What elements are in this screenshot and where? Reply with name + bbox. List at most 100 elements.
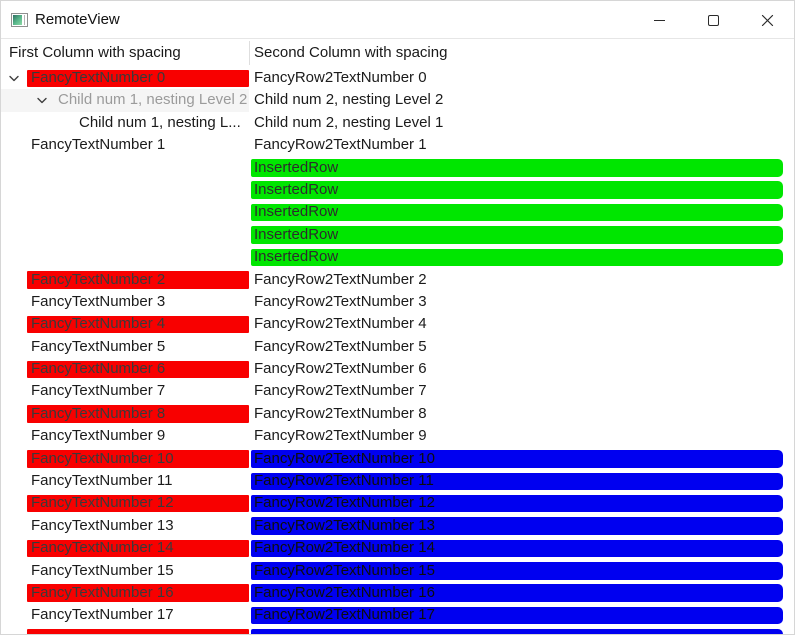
tree-cell[interactable] [1,201,249,223]
tree-cell[interactable]: FancyTextNumber 17 [1,604,249,626]
value-cell[interactable]: FancyRow2TextNumber 0 [249,67,794,89]
tree-cell[interactable]: Child num 1, nesting L... [1,112,249,134]
table-row[interactable]: FancyTextNumber 7 FancyRow2TextNumber 7 [1,380,794,402]
table-row[interactable]: Child num 1, nesting L... Child num 2, ne… [1,112,794,134]
row-highlight-bar [27,629,249,634]
table-row[interactable]: FancyTextNumber 11 FancyRow2TextNumber 11 [1,470,794,492]
value-cell[interactable]: FancyRow2TextNumber 17 [249,604,794,626]
tree-cell[interactable]: FancyTextNumber 8 [1,403,249,425]
column-header-second[interactable]: Second Column with spacing [254,39,447,66]
value-cell[interactable]: FancyRow2TextNumber 14 [249,537,794,559]
table-row[interactable]: FancyTextNumber 12 FancyRow2TextNumber 12 [1,492,794,514]
value-cell[interactable]: Child num 2, nesting Level 2 [249,89,794,111]
tree-cell[interactable]: FancyTextNumber 2 [1,269,249,291]
table-row[interactable]: FancyTextNumber 15 FancyRow2TextNumber 15 [1,560,794,582]
tree-cell-label: FancyTextNumber 7 [31,382,166,400]
value-cell[interactable]: FancyRow2TextNumber 10 [249,448,794,470]
chevron-down-icon[interactable] [37,97,47,104]
value-cell[interactable]: InsertedRow [249,179,794,201]
tree-cell[interactable]: FancyTextNumber 6 [1,358,249,380]
value-cell-label: InsertedRow [254,203,339,221]
value-cell[interactable]: FancyRow2TextNumber 3 [249,291,794,313]
table-row[interactable]: FancyTextNumber 16 FancyRow2TextNumber 16 [1,582,794,604]
tree-cell[interactable] [1,179,249,201]
table-row[interactable]: FancyTextNumber 8 FancyRow2TextNumber 8 [1,403,794,425]
value-cell[interactable]: FancyRow2TextNumber 4 [249,313,794,335]
app-icon [11,13,28,27]
value-cell[interactable]: FancyRow2TextNumber 16 [249,582,794,604]
tree-cell[interactable] [1,246,249,268]
table-row[interactable]: FancyTextNumber 14 FancyRow2TextNumber 14 [1,537,794,559]
table-row[interactable]: FancyTextNumber 17 FancyRow2TextNumber 17 [1,604,794,626]
window-controls [632,1,794,39]
tree-cell[interactable]: FancyTextNumber 4 [1,313,249,335]
chevron-down-icon[interactable] [9,75,19,82]
title-bar[interactable]: RemoteView [1,1,794,39]
table-row[interactable]: FancyTextNumber 10 FancyRow2TextNumber 10 [1,448,794,470]
table-row[interactable]: FancyTextNumber 0 FancyRow2TextNumber 0 [1,67,794,89]
tree-cell[interactable]: Child num 1, nesting Level 2 [1,89,249,112]
value-cell[interactable]: InsertedRow [249,201,794,223]
table-row[interactable]: FancyTextNumber 9 FancyRow2TextNumber 9 [1,425,794,447]
minimize-button[interactable] [632,1,686,39]
table-row[interactable]: FancyTextNumber 5 FancyRow2TextNumber 5 [1,336,794,358]
column-divider[interactable] [249,41,250,65]
close-button[interactable] [740,1,794,39]
column-header-first[interactable]: First Column with spacing [9,39,181,66]
table-row[interactable]: InsertedRow [1,157,794,179]
value-cell[interactable]: FancyRow2TextNumber 6 [249,358,794,380]
value-cell[interactable]: InsertedRow [249,157,794,179]
tree-cell[interactable]: FancyTextNumber 16 [1,582,249,604]
tree-cell[interactable]: FancyTextNumber 11 [1,470,249,492]
value-cell-label: FancyRow2TextNumber 10 [254,449,435,467]
table-row[interactable]: FancyTextNumber 2 FancyRow2TextNumber 2 [1,269,794,291]
value-cell[interactable]: FancyRow2TextNumber 1 [249,134,794,156]
value-cell-label: FancyRow2TextNumber 5 [254,337,427,355]
table-row[interactable]: FancyTextNumber 6 FancyRow2TextNumber 6 [1,358,794,380]
tree-cell[interactable]: FancyTextNumber 12 [1,492,249,514]
table-row[interactable]: FancyTextNumber 3 FancyRow2TextNumber 3 [1,291,794,313]
value-cell[interactable]: Child num 2, nesting Level 1 [249,112,794,134]
value-cell[interactable]: FancyRow2TextNumber 5 [249,336,794,358]
tree-cell-label: FancyTextNumber 11 [31,472,173,490]
value-cell[interactable]: FancyRow2TextNumber 8 [249,403,794,425]
value-cell[interactable]: FancyRow2TextNumber 7 [249,380,794,402]
value-cell[interactable]: FancyRow2TextNumber 2 [249,269,794,291]
tree-cell[interactable]: FancyTextNumber 0 [1,67,249,89]
tree-cell[interactable]: FancyTextNumber 3 [1,291,249,313]
table-row[interactable]: FancyTextNumber 4 FancyRow2TextNumber 4 [1,313,794,335]
app-icon-line [24,15,25,25]
value-cell[interactable]: FancyRow2TextNumber 9 [249,425,794,447]
table-row[interactable]: FancyTextNumber 1 FancyRow2TextNumber 1 [1,134,794,156]
tree-cell[interactable]: FancyTextNumber 10 [1,448,249,470]
tree-cell[interactable] [1,157,249,179]
maximize-button[interactable] [686,1,740,39]
table-row[interactable]: InsertedRow [1,179,794,201]
value-cell-label: FancyRow2TextNumber 12 [254,494,435,512]
value-cell[interactable]: InsertedRow [249,224,794,246]
tree-cell[interactable]: FancyTextNumber 5 [1,336,249,358]
tree-cell[interactable]: FancyTextNumber 1 [1,134,249,156]
tree-cell[interactable] [1,627,249,634]
value-cell[interactable] [249,627,794,634]
tree-cell-label: FancyTextNumber 0 [31,69,166,86]
value-cell[interactable]: InsertedRow [249,246,794,268]
tree-cell-label: FancyTextNumber 14 [31,539,174,557]
maximize-icon [707,14,719,26]
tree-cell[interactable]: FancyTextNumber 13 [1,515,249,537]
tree-cell[interactable]: FancyTextNumber 9 [1,425,249,447]
table-row[interactable]: InsertedRow [1,246,794,268]
value-cell[interactable]: FancyRow2TextNumber 11 [249,470,794,492]
table-row[interactable]: InsertedRow [1,201,794,223]
value-cell[interactable]: FancyRow2TextNumber 15 [249,560,794,582]
value-cell[interactable]: FancyRow2TextNumber 13 [249,515,794,537]
tree-cell[interactable]: FancyTextNumber 15 [1,560,249,582]
tree-cell[interactable]: FancyTextNumber 14 [1,537,249,559]
tree-cell[interactable] [1,224,249,246]
value-cell[interactable]: FancyRow2TextNumber 12 [249,492,794,514]
table-row[interactable]: FancyTextNumber 13 FancyRow2TextNumber 13 [1,515,794,537]
table-row[interactable] [1,627,794,634]
tree-cell[interactable]: FancyTextNumber 7 [1,380,249,402]
table-row[interactable]: Child num 1, nesting Level 2 Child num 2,… [1,89,794,112]
table-row[interactable]: InsertedRow [1,224,794,246]
